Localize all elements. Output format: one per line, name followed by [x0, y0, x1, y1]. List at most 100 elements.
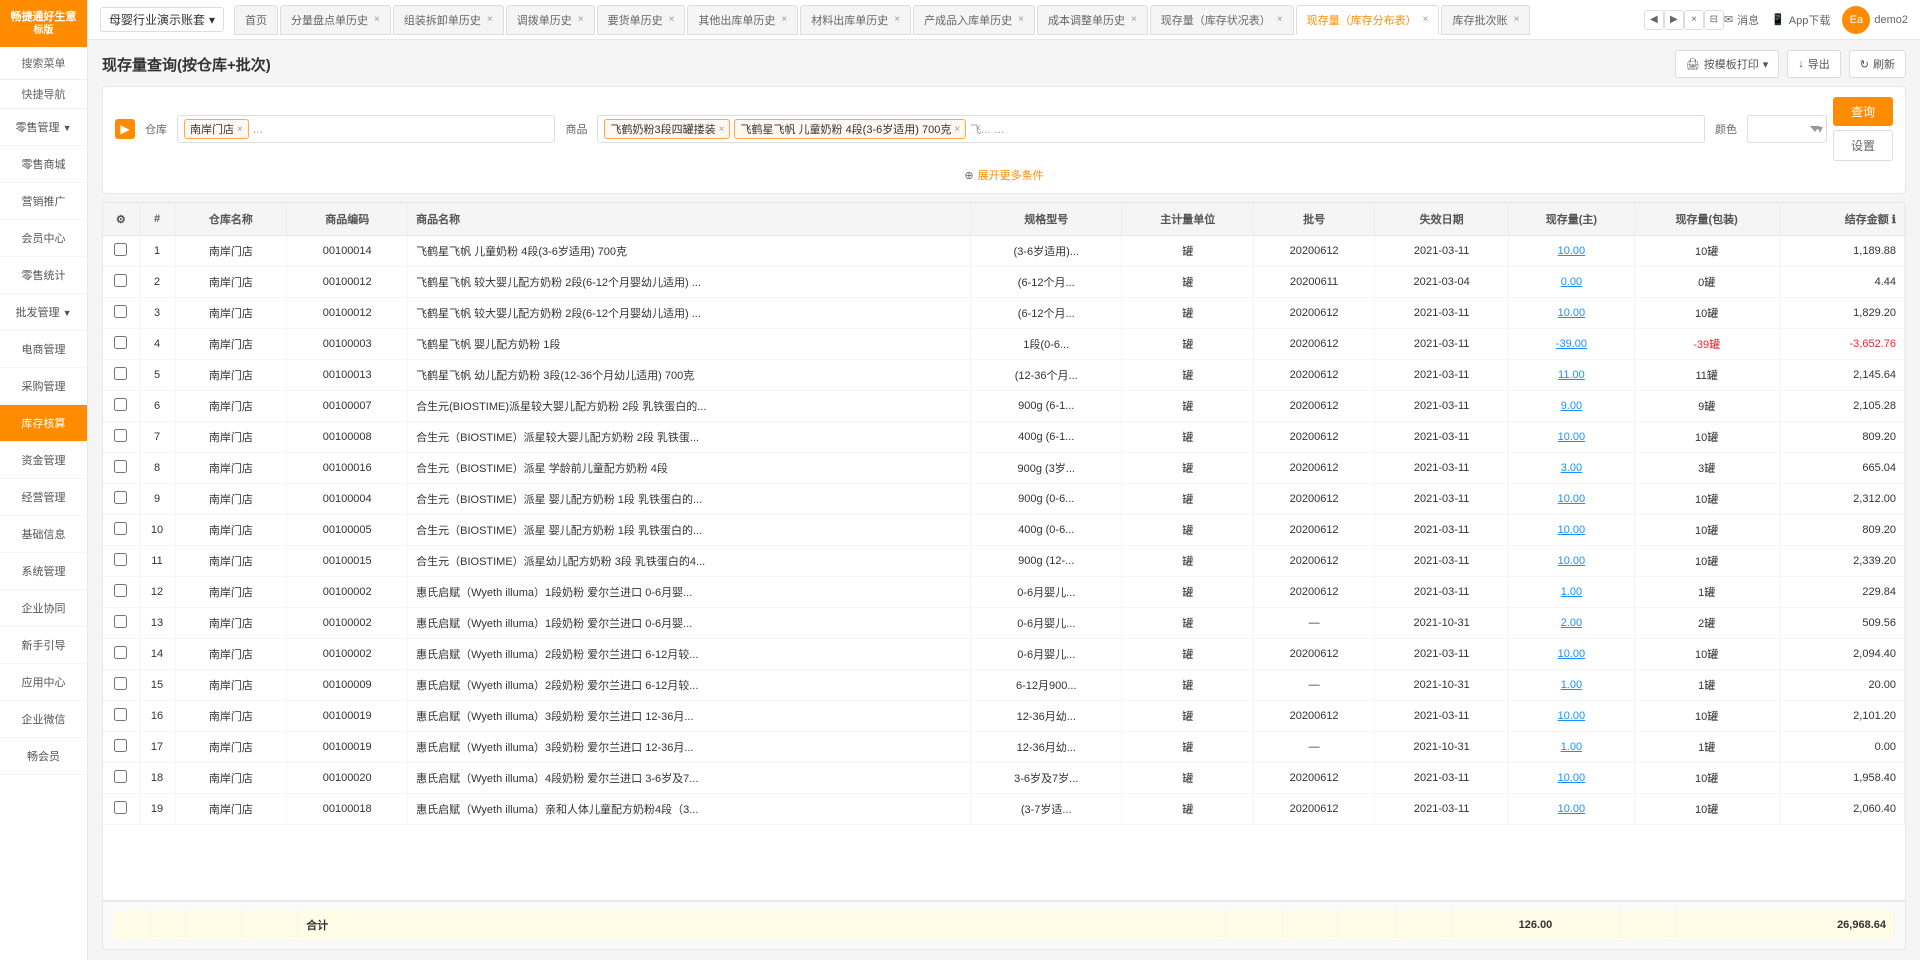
tab-inventory-status[interactable]: 现存量（库存状况表） ×: [1150, 5, 1294, 35]
sidebar-item-appcenter[interactable]: 应用中心: [0, 664, 87, 701]
tab-next-btn[interactable]: ▶: [1664, 10, 1684, 30]
td-qty-main[interactable]: 10.00: [1509, 701, 1634, 732]
tab-close-icon[interactable]: ×: [578, 14, 584, 25]
tab-disassemble[interactable]: 组装拆卸单历史 ×: [393, 5, 504, 35]
setting-button[interactable]: 设置: [1833, 130, 1893, 161]
sidebar-item-retail-shop[interactable]: 零售商城: [0, 146, 87, 183]
query-button[interactable]: 查询: [1833, 97, 1893, 126]
sidebar-item-inventory[interactable]: 库存核算: [0, 405, 87, 442]
td-check[interactable]: [103, 329, 139, 360]
td-check[interactable]: [103, 732, 139, 763]
td-check[interactable]: [103, 515, 139, 546]
tab-close-icon[interactable]: ×: [669, 14, 675, 25]
td-check[interactable]: [103, 546, 139, 577]
row-checkbox[interactable]: [114, 460, 127, 473]
tab-close-icon[interactable]: ×: [894, 14, 900, 25]
row-checkbox[interactable]: [114, 429, 127, 442]
tab-close-icon[interactable]: ×: [1131, 14, 1137, 25]
tab-close-all-btn[interactable]: ×: [1684, 10, 1704, 30]
row-checkbox[interactable]: [114, 274, 127, 287]
row-checkbox[interactable]: [114, 336, 127, 349]
color-select[interactable]: [1747, 115, 1827, 143]
tab-product-in[interactable]: 产成品入库单历史 ×: [913, 5, 1035, 35]
row-checkbox[interactable]: [114, 801, 127, 814]
td-qty-main[interactable]: 9.00: [1509, 391, 1634, 422]
td-qty-main[interactable]: 10.00: [1509, 422, 1634, 453]
row-checkbox[interactable]: [114, 243, 127, 256]
td-qty-main[interactable]: 10.00: [1509, 298, 1634, 329]
td-qty-main[interactable]: 10.00: [1509, 763, 1634, 794]
sidebar-item-enterprise[interactable]: 企业协同: [0, 590, 87, 627]
tab-close-icon[interactable]: ×: [374, 14, 380, 25]
sidebar-item-wholesale[interactable]: 批发管理 ▼: [0, 294, 87, 331]
tab-split-count[interactable]: 分量盘点单历史 ×: [280, 5, 391, 35]
app-download-btn[interactable]: 📱 App下载: [1771, 12, 1830, 28]
expand-more-btn[interactable]: ⊕ 展开更多条件: [115, 167, 1893, 183]
sidebar-item-member[interactable]: 会员中心: [0, 220, 87, 257]
print-button[interactable]: 🖨 按模板打印 ▾: [1675, 50, 1780, 78]
td-qty-main[interactable]: 10.00: [1509, 515, 1634, 546]
sidebar-item-purchase[interactable]: 采购管理: [0, 368, 87, 405]
td-check[interactable]: [103, 577, 139, 608]
th-settings[interactable]: ⚙: [103, 203, 139, 236]
sidebar-item-finance[interactable]: 资金管理: [0, 442, 87, 479]
tab-pick[interactable]: 调拨单历史 ×: [506, 5, 595, 35]
td-qty-main[interactable]: 10.00: [1509, 794, 1634, 825]
sidebar-logo[interactable]: 畅捷通好生意 标版: [0, 0, 87, 47]
row-checkbox[interactable]: [114, 367, 127, 380]
td-qty-main[interactable]: 0.00: [1509, 267, 1634, 298]
td-check[interactable]: [103, 794, 139, 825]
td-qty-main[interactable]: 1.00: [1509, 670, 1634, 701]
sidebar-item-ecommerce[interactable]: 电商管理: [0, 331, 87, 368]
tab-prev-btn[interactable]: ◀: [1644, 10, 1664, 30]
sidebar-item-marketing[interactable]: 营销推广: [0, 183, 87, 220]
td-check[interactable]: [103, 267, 139, 298]
row-checkbox[interactable]: [114, 553, 127, 566]
tab-other-out[interactable]: 其他出库单历史 ×: [687, 5, 798, 35]
message-btn[interactable]: ✉ 消息: [1724, 12, 1759, 28]
warehouse-tag-nangan[interactable]: 南岸门店 ×: [184, 119, 249, 139]
row-checkbox[interactable]: [114, 677, 127, 690]
export-button[interactable]: ↓ 导出: [1787, 50, 1841, 78]
tab-batch-voucher[interactable]: 库存批次账 ×: [1441, 5, 1530, 35]
goods-filter[interactable]: 飞鹤奶粉3段四罐搂装 × 飞鹤星飞帆 儿童奶粉 4段(3-6岁适用) 700克 …: [597, 115, 1704, 143]
td-check[interactable]: [103, 422, 139, 453]
tab-want[interactable]: 要货单历史 ×: [597, 5, 686, 35]
sidebar-item-wechat[interactable]: 企业微信: [0, 701, 87, 738]
td-check[interactable]: [103, 298, 139, 329]
td-check[interactable]: [103, 360, 139, 391]
tab-material-out[interactable]: 材料出库单历史 ×: [800, 5, 911, 35]
sidebar-item-retail-stats[interactable]: 零售统计: [0, 257, 87, 294]
sidebar-search[interactable]: 搜索菜单: [0, 47, 87, 80]
td-check[interactable]: [103, 639, 139, 670]
td-qty-main[interactable]: 11.00: [1509, 360, 1634, 391]
sidebar-item-newguide[interactable]: 新手引导: [0, 627, 87, 664]
warehouse-filter[interactable]: 南岸门店 × ...: [177, 115, 555, 143]
td-check[interactable]: [103, 763, 139, 794]
tab-close-icon[interactable]: ×: [1018, 14, 1024, 25]
sidebar-item-system[interactable]: 系统管理: [0, 553, 87, 590]
tab-close-icon[interactable]: ×: [781, 14, 787, 25]
td-check[interactable]: [103, 608, 139, 639]
tab-close-icon[interactable]: ×: [1423, 14, 1429, 25]
tab-close-icon[interactable]: ×: [1513, 14, 1519, 25]
td-qty-main[interactable]: 2.00: [1509, 608, 1634, 639]
td-qty-main[interactable]: 3.00: [1509, 453, 1634, 484]
filter-expand-button[interactable]: ▶: [115, 119, 135, 139]
row-checkbox[interactable]: [114, 770, 127, 783]
goods-tag-1[interactable]: 飞鹤奶粉3段四罐搂装 ×: [604, 119, 730, 139]
sidebar-item-retail-mgmt[interactable]: 零售管理 ▼: [0, 109, 87, 146]
row-checkbox[interactable]: [114, 584, 127, 597]
td-check[interactable]: [103, 391, 139, 422]
row-checkbox[interactable]: [114, 305, 127, 318]
td-qty-main[interactable]: 10.00: [1509, 484, 1634, 515]
td-qty-main[interactable]: 1.00: [1509, 577, 1634, 608]
account-dropdown[interactable]: 母婴行业演示账套 ▾: [100, 7, 224, 32]
tab-inventory-dist[interactable]: 现存量（库存分布表） ×: [1296, 5, 1440, 35]
td-check[interactable]: [103, 453, 139, 484]
row-checkbox[interactable]: [114, 522, 127, 535]
tag-close-icon[interactable]: ×: [719, 124, 725, 135]
row-checkbox[interactable]: [114, 491, 127, 504]
goods-tag-2[interactable]: 飞鹤星飞帆 儿童奶粉 4段(3-6岁适用) 700克 ×: [734, 119, 966, 139]
tab-close-icon[interactable]: ×: [1277, 14, 1283, 25]
